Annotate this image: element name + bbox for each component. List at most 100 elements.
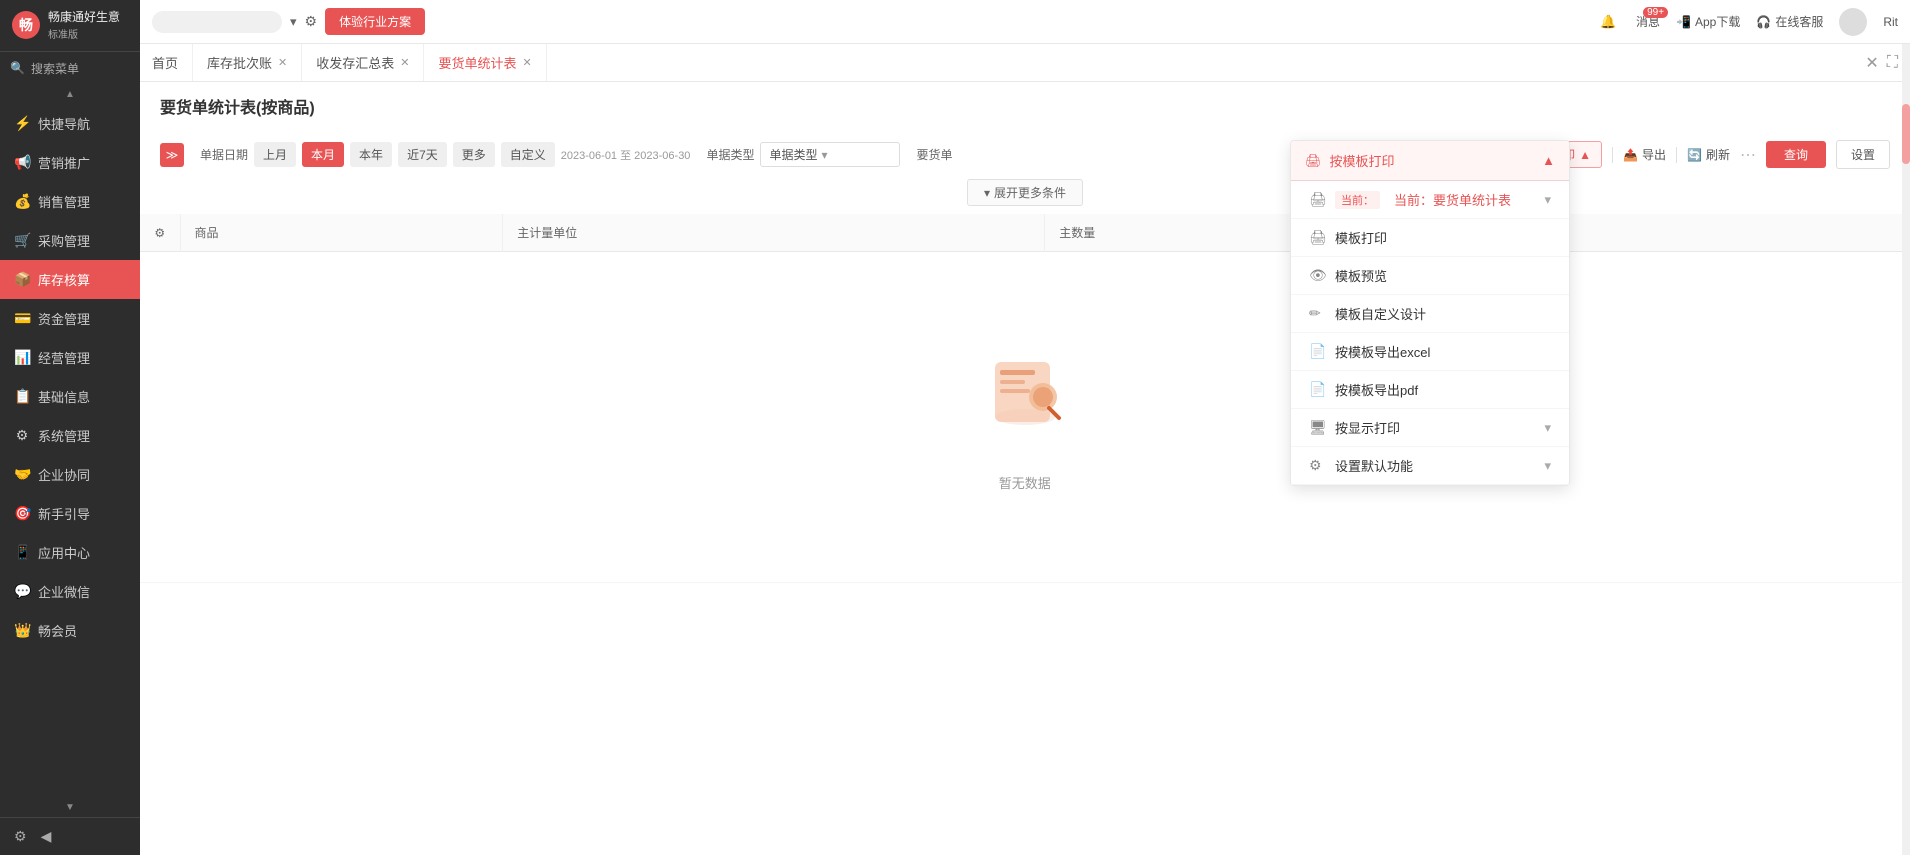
finance-icon: 💳 xyxy=(14,310,30,327)
date-btn-more[interactable]: 更多 xyxy=(453,142,495,167)
tab-bar: 首页 库存批次账 ✕ 收发存汇总表 ✕ 要货单统计表 ✕ ✕ ⛶ xyxy=(140,44,1910,82)
sidebar-item-sales[interactable]: 💰 销售管理 xyxy=(0,182,140,221)
date-btn-7days[interactable]: 近7天 xyxy=(398,142,447,167)
tab-close-receipt-summary[interactable]: ✕ xyxy=(400,56,409,69)
sidebar-scroll-down[interactable]: ▼ xyxy=(0,798,140,817)
table-col-unit: 主计量单位 xyxy=(503,214,1045,252)
data-table: ⚙ 商品 主计量单位 主数量 零售金额 xyxy=(140,214,1910,583)
operation-icon: 📊 xyxy=(14,349,30,366)
dropdown-collapse-icon[interactable]: ▲ xyxy=(1542,153,1555,168)
tab-close-order-stats[interactable]: ✕ xyxy=(523,56,532,69)
dropdown-item-template-preview[interactable]: 👁 模板预览 xyxy=(1291,257,1569,295)
app-icon: 📱 xyxy=(14,544,30,561)
wechat-icon: 💬 xyxy=(14,583,30,600)
sidebar-scroll-up[interactable]: ▲ xyxy=(0,85,140,104)
date-btn-this-year[interactable]: 本年 xyxy=(350,142,392,167)
sidebar-item-operation[interactable]: 📊 经营管理 xyxy=(0,338,140,377)
current-template-icon: 🖨 xyxy=(1309,191,1325,208)
display-print-arrow: ▾ xyxy=(1544,420,1551,436)
dropdown-item-template-print[interactable]: 🖨 模板打印 xyxy=(1291,219,1569,257)
table-col-settings[interactable]: ⚙ xyxy=(140,214,180,252)
app-download-button[interactable]: 📲 App下载 xyxy=(1676,13,1740,30)
date-btn-last-month[interactable]: 上月 xyxy=(254,142,296,167)
sales-icon: 💰 xyxy=(14,193,30,210)
tab-close-all-icon[interactable]: ✕ xyxy=(1865,53,1878,73)
dropdown-section2: 🖥 按显示打印 ▾ ⚙ 设置默认功能 ▾ xyxy=(1291,409,1569,485)
sidebar-logo: 畅 畅康通好生意 标准版 xyxy=(0,0,140,52)
topbar-gear-icon[interactable]: ⚙ xyxy=(305,13,318,30)
sidebar-item-shortcut[interactable]: ⚡ 快捷导航 xyxy=(0,104,140,143)
user-avatar[interactable] xyxy=(1839,8,1867,36)
filter-expand-button[interactable]: ≫ xyxy=(160,143,184,167)
sidebar-search[interactable]: 🔍 搜索菜单 xyxy=(0,52,140,85)
sidebar-nav: ⚡ 快捷导航 📢 营销推广 💰 销售管理 🛒 采购管理 📦 库存核算 💳 资金管… xyxy=(0,104,140,798)
refresh-button[interactable]: 🔄 刷新 xyxy=(1687,146,1730,163)
dropdown-header-left: 🖨 按模板打印 xyxy=(1305,151,1395,170)
filter-row2: ▾ 展开更多条件 xyxy=(140,179,1910,214)
sidebar-item-guide[interactable]: 🎯 新手引导 xyxy=(0,494,140,533)
topbar-dropdown-arrow[interactable]: ▾ xyxy=(290,14,297,30)
tab-order-stats[interactable]: 要货单统计表 ✕ xyxy=(424,44,546,81)
right-scrollbar[interactable] xyxy=(1902,44,1910,855)
expand-more-button[interactable]: ▾ 展开更多条件 xyxy=(967,179,1083,206)
messages-button[interactable]: 🔔 99+ 消息 xyxy=(1600,13,1660,30)
tab-expand-icon[interactable]: ⛶ xyxy=(1887,54,1898,72)
dropdown-item-template-design[interactable]: ✏ 模板自定义设计 xyxy=(1291,295,1569,333)
collapse-sidebar-icon[interactable]: ◀ xyxy=(41,828,52,845)
sidebar-item-app[interactable]: 📱 应用中心 xyxy=(0,533,140,572)
dropdown-item-display-print[interactable]: 🖥 按显示打印 ▾ xyxy=(1291,409,1569,447)
current-badge: 当前： xyxy=(1335,191,1380,209)
date-btn-this-month[interactable]: 本月 xyxy=(302,142,344,167)
sidebar-item-basic[interactable]: 📋 基础信息 xyxy=(0,377,140,416)
sidebar-item-member[interactable]: 👑 畅会员 xyxy=(0,611,140,650)
settings-button[interactable]: 设置 xyxy=(1836,140,1890,169)
enterprise-icon: 🤝 xyxy=(14,466,30,483)
dropdown-current-template[interactable]: 🖨 当前： 当前：要货单统计表 ▾ xyxy=(1291,181,1569,219)
marketing-icon: 📢 xyxy=(14,154,30,171)
data-table-wrap: ⚙ 商品 主计量单位 主数量 零售金额 xyxy=(140,214,1910,855)
tab-close-inventory-batch[interactable]: ✕ xyxy=(278,56,287,69)
empty-icon xyxy=(975,342,1075,461)
table-empty-row: 暂无数据 xyxy=(140,252,1910,583)
divider-2 xyxy=(1676,147,1677,163)
sidebar-item-purchase[interactable]: 🛒 采购管理 xyxy=(0,221,140,260)
type-filter-select[interactable]: 单据类型 ▾ xyxy=(760,142,900,167)
dropdown-item-export-pdf[interactable]: 📄 按模板导出pdf xyxy=(1291,371,1569,409)
online-service-button[interactable]: 🎧 在线客服 xyxy=(1756,13,1823,30)
industry-solution-button[interactable]: 体验行业方案 xyxy=(325,8,425,35)
sidebar-footer: ⚙ ◀ xyxy=(0,817,140,855)
headset-icon: 🎧 xyxy=(1756,15,1771,29)
bell-icon: 🔔 xyxy=(1600,14,1616,29)
settings-footer-icon[interactable]: ⚙ xyxy=(14,828,27,845)
order-type-label: 要货单 xyxy=(916,146,952,163)
sidebar-item-enterprise[interactable]: 🤝 企业协同 xyxy=(0,455,140,494)
dropdown-item-export-excel[interactable]: 📄 按模板导出excel xyxy=(1291,333,1569,371)
export-icon: 📤 xyxy=(1623,148,1638,162)
dropdown-item-default-settings[interactable]: ⚙ 设置默认功能 ▾ xyxy=(1291,447,1569,485)
sidebar-item-marketing[interactable]: 📢 营销推广 xyxy=(0,143,140,182)
filter-bar: ≫ 单据日期 上月 本月 本年 近7天 更多 自定义 2023-06-01 至 … xyxy=(140,130,1910,179)
system-icon: ⚙ xyxy=(14,427,30,444)
sidebar-item-finance[interactable]: 💳 资金管理 xyxy=(0,299,140,338)
topbar-search-input[interactable] xyxy=(152,11,282,33)
guide-icon: 🎯 xyxy=(14,505,30,522)
inventory-icon: 📦 xyxy=(14,271,30,288)
type-filter-group: 单据类型 单据类型 ▾ xyxy=(706,142,900,167)
print-chevron-icon: ▲ xyxy=(1579,148,1591,162)
expand-down-icon: ▾ xyxy=(984,186,990,200)
sidebar-item-wechat[interactable]: 💬 企业微信 xyxy=(0,572,140,611)
tab-home[interactable]: 首页 xyxy=(152,44,193,81)
purchase-icon: 🛒 xyxy=(14,232,30,249)
date-filter-label: 单据日期 xyxy=(200,146,248,163)
sidebar-item-system[interactable]: ⚙ 系统管理 xyxy=(0,416,140,455)
shortcut-icon: ⚡ xyxy=(14,115,30,132)
default-settings-icon: ⚙ xyxy=(1309,457,1325,474)
export-button[interactable]: 📤 导出 xyxy=(1623,146,1666,163)
dropdown-current-section: 🖨 当前： 当前：要货单统计表 ▾ xyxy=(1291,181,1569,219)
sidebar-item-inventory[interactable]: 📦 库存核算 xyxy=(0,260,140,299)
dropdown-header[interactable]: 🖨 按模板打印 ▲ xyxy=(1291,141,1569,181)
query-button[interactable]: 查询 xyxy=(1766,141,1826,168)
tab-receipt-summary[interactable]: 收发存汇总表 ✕ xyxy=(302,44,424,81)
tab-inventory-batch[interactable]: 库存批次账 ✕ xyxy=(193,44,302,81)
date-btn-custom[interactable]: 自定义 xyxy=(501,142,555,167)
